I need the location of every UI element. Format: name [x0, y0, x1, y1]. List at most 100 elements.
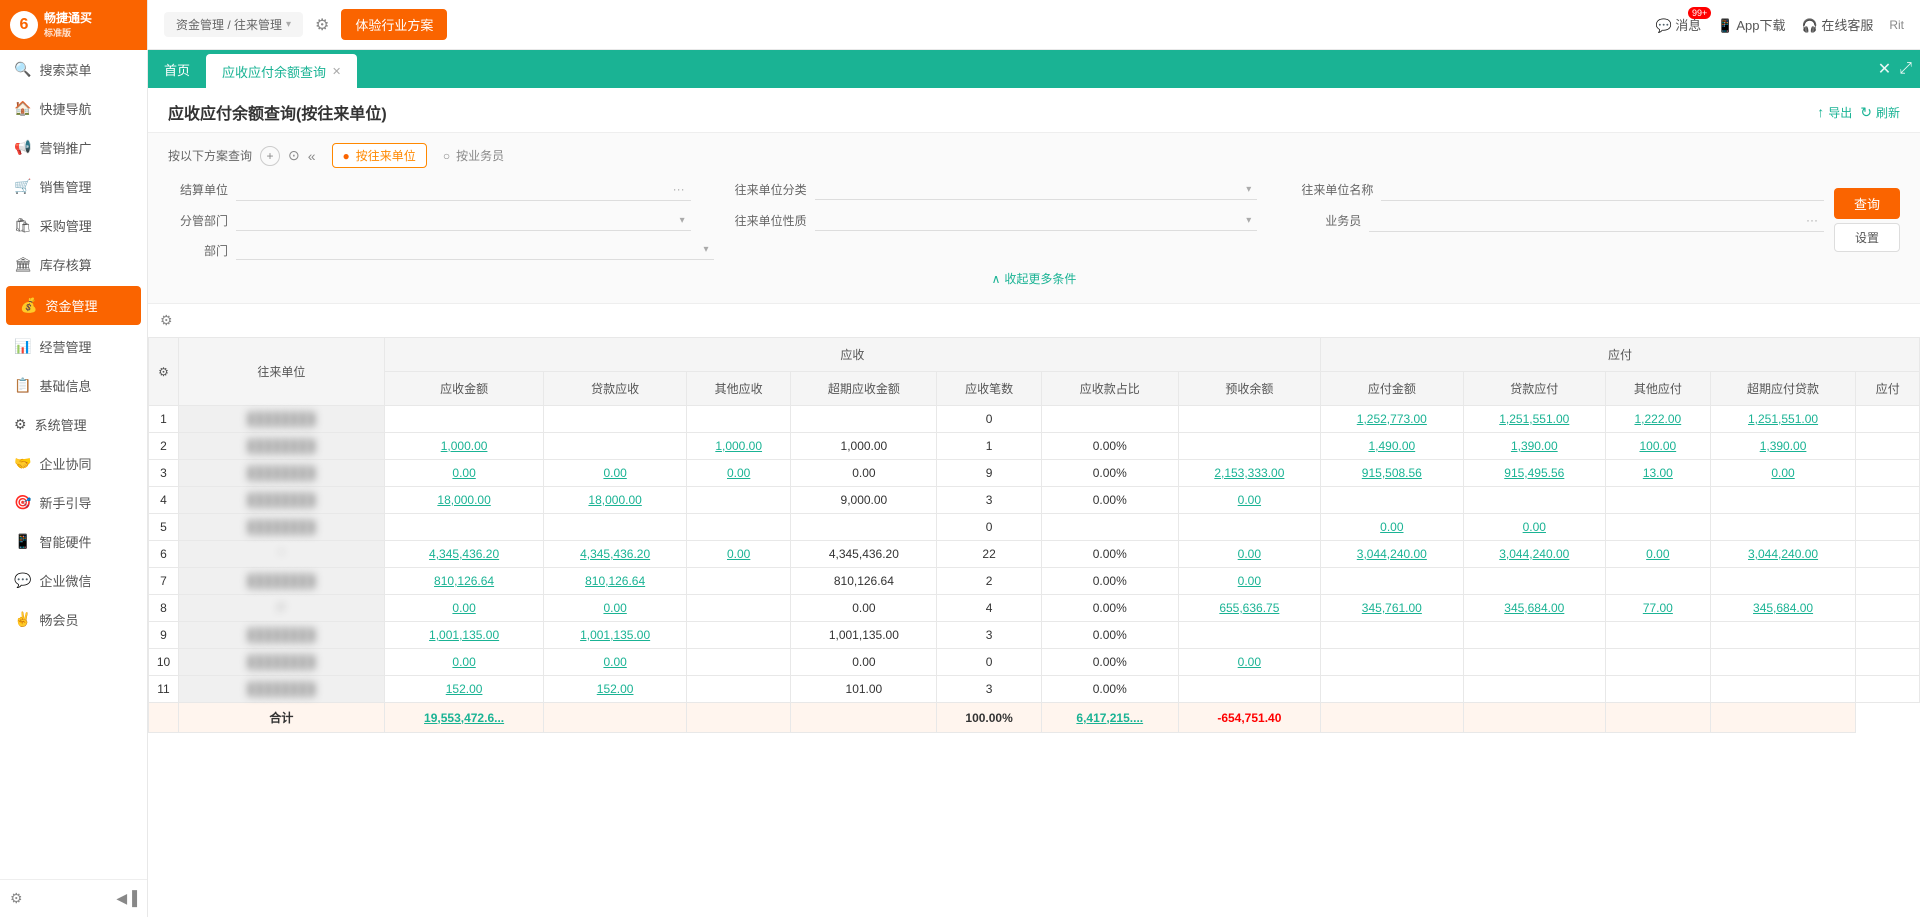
table-cell[interactable]: 152.00 [384, 676, 544, 703]
cell-link[interactable]: 1,390.00 [1760, 439, 1807, 453]
filter-scheme-salesperson[interactable]: ○ 按业务员 [443, 147, 504, 164]
dept-managed-select[interactable]: ▾ [236, 211, 691, 231]
table-cell[interactable]: 18,000.00 [384, 487, 544, 514]
table-cell[interactable]: 915,508.56 [1321, 460, 1463, 487]
cell-link[interactable]: 1,000.00 [441, 439, 488, 453]
table-cell[interactable]: 1,222.00 [1606, 406, 1711, 433]
cell-link[interactable]: 1,001,135.00 [580, 628, 650, 642]
table-cell[interactable]: 810,126.64 [544, 568, 686, 595]
solution-button[interactable]: 体验行业方案 [341, 9, 447, 40]
table-cell[interactable] [686, 487, 791, 514]
tab-close-icon[interactable]: ✕ [332, 65, 341, 78]
tab-expand-icon[interactable]: ⤢ [1899, 60, 1912, 78]
table-cell[interactable]: 345,684.00 [1710, 595, 1856, 622]
table-cell[interactable]: 0.00 [1178, 568, 1320, 595]
table-cell[interactable] [686, 595, 791, 622]
tab-close-window-icon[interactable]: ✕ [1878, 59, 1891, 79]
export-button[interactable]: ↑ 导出 [1817, 104, 1852, 121]
table-cell[interactable] [1710, 649, 1856, 676]
table-cell[interactable]: 100.00 [1606, 433, 1711, 460]
cell-link[interactable]: 152.00 [446, 682, 483, 696]
table-cell[interactable] [686, 406, 791, 433]
table-cell[interactable] [1178, 676, 1320, 703]
cell-link[interactable]: 1,222.00 [1634, 412, 1681, 426]
cell-link[interactable]: 0.00 [603, 655, 626, 669]
cell-link[interactable]: 3,044,240.00 [1748, 547, 1818, 561]
partner-category-select[interactable]: ▾ [815, 180, 1258, 200]
sidebar-item-sales[interactable]: 🛒 销售管理 [0, 167, 147, 206]
sidebar-item-marketing[interactable]: 📢 营销推广 [0, 128, 147, 167]
table-cell[interactable]: 0.00 [686, 541, 791, 568]
table-cell[interactable]: 0.00 [384, 595, 544, 622]
cell-link[interactable]: 915,495.56 [1504, 466, 1564, 480]
table-cell[interactable]: 0.00 [1710, 460, 1856, 487]
table-cell[interactable]: 345,761.00 [1321, 595, 1463, 622]
cell-link[interactable]: 0.00 [1380, 520, 1403, 534]
cell-link[interactable]: 2,153,333.00 [1214, 466, 1284, 480]
table-cell[interactable] [686, 676, 791, 703]
sidebar-item-member[interactable]: ✌ 畅会员 [0, 600, 147, 639]
table-cell[interactable]: 18,000.00 [544, 487, 686, 514]
sidebar-item-inventory[interactable]: 🏛 库存核算 [0, 245, 147, 284]
service-btn[interactable]: 🎧 在线客服 [1802, 15, 1874, 34]
table-cell[interactable]: 3,044,240.00 [1710, 541, 1856, 568]
table-cell[interactable] [686, 622, 791, 649]
table-cell[interactable] [1606, 487, 1711, 514]
table-cell[interactable] [1710, 568, 1856, 595]
settlement-unit-input[interactable]: ··· [236, 178, 691, 201]
cell-link[interactable]: 0.00 [452, 466, 475, 480]
cell-link[interactable]: 0.00 [1238, 574, 1261, 588]
tab-home[interactable]: 首页 [148, 50, 206, 88]
cell-link[interactable]: 3,044,240.00 [1357, 547, 1427, 561]
table-cell[interactable] [1321, 649, 1463, 676]
footer-settings-btn[interactable]: ⚙ [10, 890, 23, 907]
table-cell[interactable]: 0.00 [686, 460, 791, 487]
cell-link[interactable]: 1,390.00 [1511, 439, 1558, 453]
cell-link[interactable]: 0.00 [1646, 547, 1669, 561]
salesperson-dots[interactable]: ··· [1806, 213, 1818, 227]
table-cell[interactable]: 655,636.75 [1178, 595, 1320, 622]
cell-link[interactable]: 0.00 [452, 655, 475, 669]
table-cell[interactable]: 1,490.00 [1321, 433, 1463, 460]
cell-link[interactable]: 1,001,135.00 [429, 628, 499, 642]
table-cell[interactable]: 1,252,773.00 [1321, 406, 1463, 433]
department-select[interactable]: ▾ [236, 240, 714, 260]
table-cell[interactable] [1463, 649, 1605, 676]
cell-link[interactable]: 0.00 [1523, 520, 1546, 534]
sidebar-item-guide[interactable]: 🎯 新手引导 [0, 483, 147, 522]
sidebar-item-basicinfo[interactable]: 📋 基础信息 [0, 366, 147, 405]
table-cell[interactable]: 2,153,333.00 [1178, 460, 1320, 487]
table-cell[interactable] [1606, 514, 1711, 541]
table-cell[interactable] [1321, 568, 1463, 595]
filter-scheme-icon[interactable]: ⊙ [288, 147, 300, 164]
table-cell[interactable]: 0.00 [544, 649, 686, 676]
table-cell[interactable]: 152.00 [544, 676, 686, 703]
sidebar-item-operations[interactable]: 📊 经营管理 [0, 327, 147, 366]
table-cell[interactable] [1463, 622, 1605, 649]
topbar-settings-icon[interactable]: ⚙ [315, 15, 329, 35]
cell-link[interactable]: 4,345,436.20 [429, 547, 499, 561]
table-cell[interactable] [1178, 433, 1320, 460]
table-cell[interactable] [686, 568, 791, 595]
user-avatar[interactable]: Rit [1889, 18, 1904, 32]
table-cell[interactable] [1710, 622, 1856, 649]
partner-nature-select[interactable]: ▾ [815, 211, 1258, 231]
filter-add-btn[interactable]: + [260, 146, 280, 166]
settlement-unit-dots[interactable]: ··· [673, 182, 685, 196]
table-cell[interactable]: 4,345,436.20 [384, 541, 544, 568]
table-cell[interactable]: 1,251,551.00 [1710, 406, 1856, 433]
filter-collapse-btn[interactable]: « [308, 148, 316, 164]
sidebar-item-quicknav[interactable]: 🏠 快捷导航 [0, 89, 147, 128]
table-cell[interactable] [1463, 568, 1605, 595]
app-download-btn[interactable]: 📱 App下载 [1717, 15, 1785, 34]
cell-link[interactable]: 0.00 [452, 601, 475, 615]
table-cell[interactable] [1606, 568, 1711, 595]
table-cell[interactable] [1463, 676, 1605, 703]
cell-link[interactable]: 1,000.00 [715, 439, 762, 453]
cell-link[interactable]: 0.00 [1238, 493, 1261, 507]
table-cell[interactable] [544, 514, 686, 541]
footer-collapse-btn[interactable]: ◀▐ [116, 890, 137, 907]
cell-link[interactable]: 1,490.00 [1368, 439, 1415, 453]
sidebar-item-search[interactable]: 🔍 搜索菜单 [0, 50, 147, 89]
table-cell[interactable]: 1,000.00 [384, 433, 544, 460]
